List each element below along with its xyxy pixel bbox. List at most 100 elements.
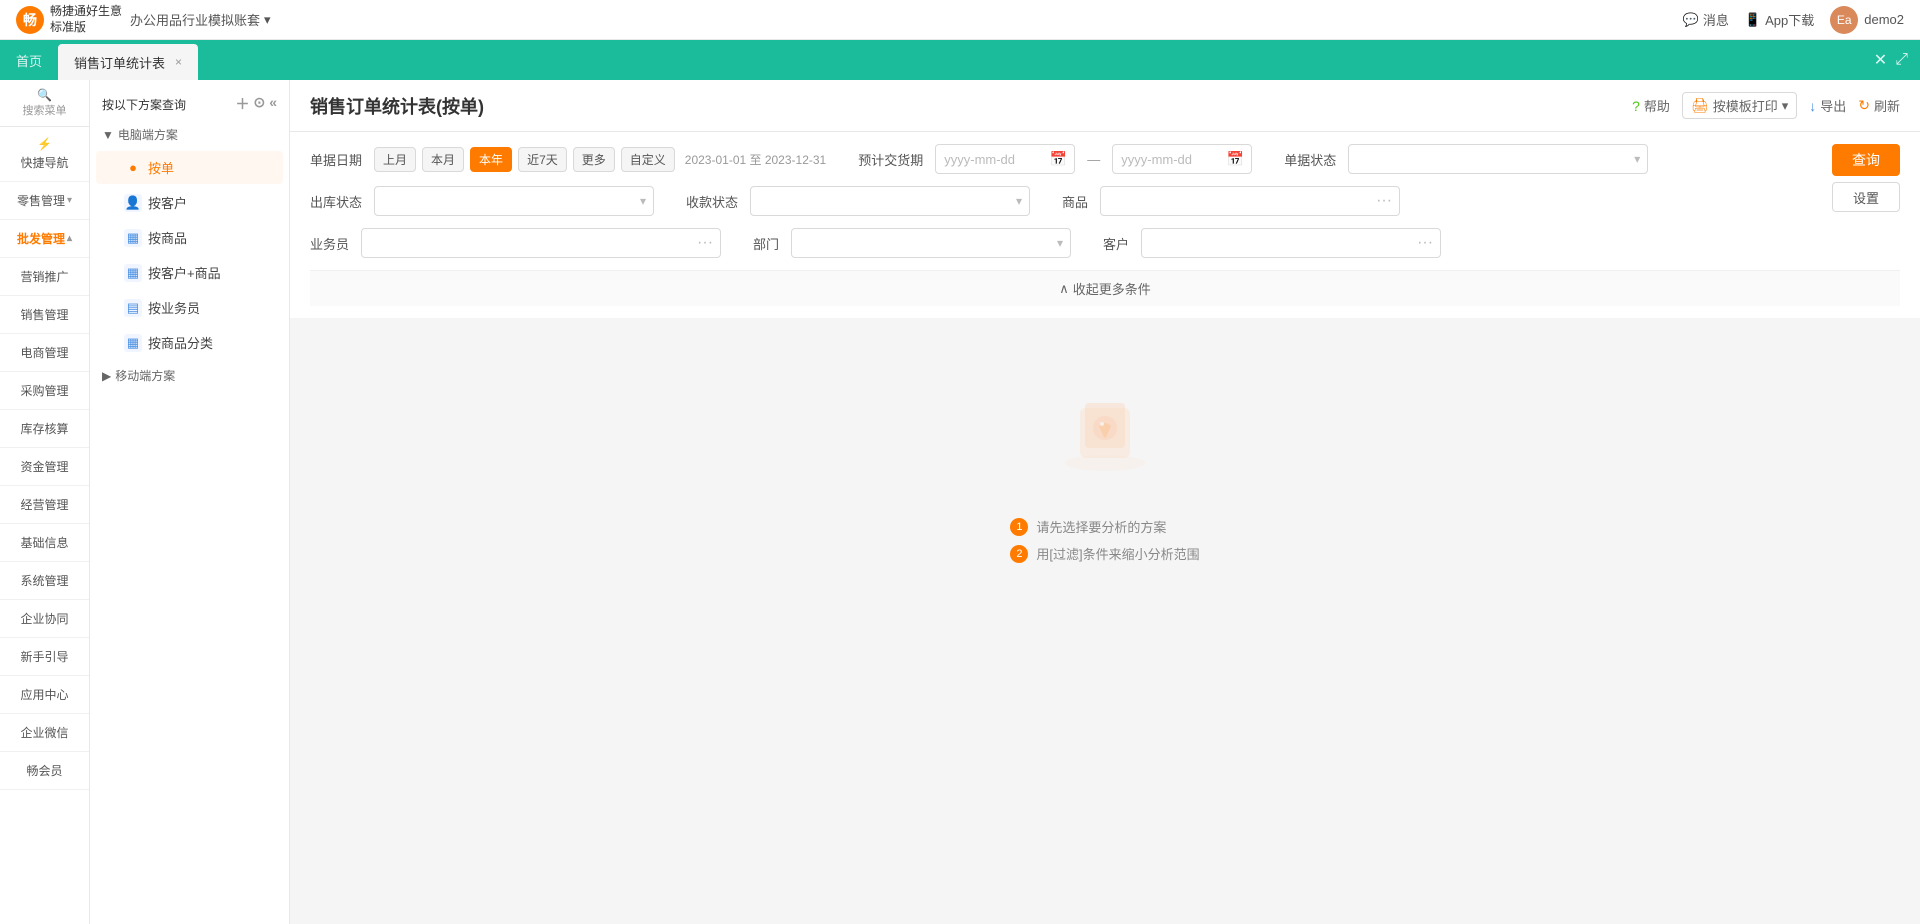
content-area: 销售订单统计表(按单) ? 帮助 🖨 按模板打印 ▾ ↓ 导出 ↻ 刷新 xyxy=(290,80,1920,924)
tip-num-1: 1 xyxy=(1010,518,1028,536)
customer-dots-icon[interactable]: ··· xyxy=(1417,234,1433,252)
by-product-icon: ▦ xyxy=(124,229,142,247)
app-download-btn[interactable]: 📱 App下载 xyxy=(1745,10,1814,29)
sidebar-item-new-guide[interactable]: 新手引导 xyxy=(0,638,89,676)
user-area[interactable]: Ea demo2 xyxy=(1830,6,1904,34)
tip-num-2: 2 xyxy=(1010,545,1028,563)
filter-row-2: 出库状态 ▾ 收款状态 ▾ xyxy=(310,186,1820,216)
sidebar-item-finance[interactable]: 资金管理 xyxy=(0,448,89,486)
delivery-status-select[interactable] xyxy=(374,186,654,216)
sidebar-item-wholesale-mgmt[interactable]: 批发管理 ▴ xyxy=(0,220,89,258)
sidebar-item-ecommerce[interactable]: 电商管理 xyxy=(0,334,89,372)
print-dropdown-icon: ▾ xyxy=(1782,98,1789,114)
export-icon: ↓ xyxy=(1809,98,1816,114)
delivery-status-select-wrap: ▾ xyxy=(374,186,654,216)
sidebar-item-basic-info[interactable]: 基础信息 xyxy=(0,524,89,562)
product-input-wrap: ··· xyxy=(1100,186,1400,216)
date-group: 上月 本月 本年 近7天 更多 自定义 2023-01-01 至 2023-12… xyxy=(374,147,826,172)
department-select[interactable] xyxy=(791,228,1071,258)
date-range-text: 2023-01-01 至 2023-12-31 xyxy=(685,151,826,168)
sidebar-search[interactable]: 🔍 搜索菜单 xyxy=(0,80,89,127)
panel-item-by-salesperson[interactable]: ▤ 按业务员 xyxy=(96,291,283,324)
pc-section-title[interactable]: ▼ 电脑端方案 xyxy=(90,120,289,149)
edit-scheme-icon[interactable]: ⊙ xyxy=(253,94,265,114)
expected-date-start-wrap: 📅 xyxy=(935,144,1075,174)
date-label: 单据日期 xyxy=(310,150,362,169)
panel-item-by-customer[interactable]: 👤 按客户 xyxy=(96,186,283,219)
message-btn[interactable]: 💬 消息 xyxy=(1683,10,1729,29)
left-panel-icons: ＋ ⊙ « xyxy=(235,94,277,114)
sidebar-item-marketing[interactable]: 营销推广 xyxy=(0,258,89,296)
wholesale-mgmt-arrow-icon: ▴ xyxy=(67,233,72,244)
sidebar-item-system[interactable]: 系统管理 xyxy=(0,562,89,600)
collapse-panel-icon[interactable]: « xyxy=(269,94,277,114)
panel-item-by-category[interactable]: ▦ 按商品分类 xyxy=(96,326,283,359)
collapse-arrow-icon: ∧ xyxy=(1059,281,1069,297)
sidebar-item-quick-nav[interactable]: ⚡ 快捷导航 xyxy=(0,127,89,182)
message-icon: 💬 xyxy=(1683,12,1699,28)
sidebar-item-purchase[interactable]: 采购管理 xyxy=(0,372,89,410)
payment-status-select[interactable] xyxy=(750,186,1030,216)
status-select[interactable] xyxy=(1348,144,1648,174)
help-btn[interactable]: ? 帮助 xyxy=(1632,96,1670,115)
mobile-section-arrow-icon: ▶ xyxy=(102,369,111,383)
sidebar-item-inventory[interactable]: 库存核算 xyxy=(0,410,89,448)
setting-button[interactable]: 设置 xyxy=(1832,182,1900,212)
customer-input[interactable] xyxy=(1141,228,1441,258)
page-actions: ? 帮助 🖨 按模板打印 ▾ ↓ 导出 ↻ 刷新 xyxy=(1632,92,1900,131)
sidebar-item-retail-mgmt[interactable]: 零售管理 ▾ xyxy=(0,182,89,220)
panel-item-by-product[interactable]: ▦ 按商品 xyxy=(96,221,283,254)
logo-text: 畅捷通好生意 标准版 xyxy=(50,4,122,35)
tab-sales-statistics[interactable]: 销售订单统计表 × xyxy=(58,44,198,80)
date-btn-this-year[interactable]: 本年 xyxy=(470,147,512,172)
top-bar: 畅 畅捷通好生意 标准版 办公用品行业模拟账套 ▾ 💬 消息 📱 App下载 E… xyxy=(0,0,1920,40)
refresh-btn[interactable]: ↻ 刷新 xyxy=(1858,96,1900,115)
sidebar-item-sales-mgmt[interactable]: 销售管理 xyxy=(0,296,89,334)
customer-input-wrap: ··· xyxy=(1141,228,1441,258)
tab-close-icon[interactable]: × xyxy=(175,55,182,69)
panel-item-by-customer-product[interactable]: ▦ 按客户+商品 xyxy=(96,256,283,289)
by-category-icon: ▦ xyxy=(124,334,142,352)
product-dots-icon[interactable]: ··· xyxy=(1376,192,1392,210)
tab-bar: 首页 销售订单统计表 × ✕ ⤢ xyxy=(0,40,1920,80)
export-btn[interactable]: ↓ 导出 xyxy=(1809,96,1846,115)
logo-area: 畅 畅捷通好生意 标准版 xyxy=(16,4,122,35)
sidebar: 🔍 搜索菜单 ⚡ 快捷导航 零售管理 ▾ 批发管理 ▴ 营销推广 销售管理 电商… xyxy=(0,80,90,924)
sidebar-item-enterprise-wechat[interactable]: 企业微信 xyxy=(0,714,89,752)
date-btn-more[interactable]: 更多 xyxy=(573,147,615,172)
sidebar-item-membership[interactable]: 畅会员 xyxy=(0,752,89,790)
by-order-icon: ● xyxy=(124,159,142,177)
refresh-icon: ↻ xyxy=(1858,97,1870,114)
template-print-btn[interactable]: 🖨 按模板打印 ▾ xyxy=(1682,92,1797,119)
sidebar-item-enterprise[interactable]: 企业协同 xyxy=(0,600,89,638)
tab-maximize-icon[interactable]: ⤢ xyxy=(1895,51,1908,69)
panel-item-by-order[interactable]: ● 按单 xyxy=(96,151,283,184)
filter-row-1: 单据日期 上月 本月 本年 近7天 更多 自定义 2023-01-01 至 20… xyxy=(310,144,1820,174)
filter-area: 单据日期 上月 本月 本年 近7天 更多 自定义 2023-01-01 至 20… xyxy=(290,132,1920,318)
date-btn-last-7-days[interactable]: 近7天 xyxy=(518,147,567,172)
expected-date-label: 预计交货期 xyxy=(858,150,923,169)
calendar-end-icon: 📅 xyxy=(1227,151,1244,168)
app-selector[interactable]: 办公用品行业模拟账套 ▾ xyxy=(130,10,271,29)
department-label: 部门 xyxy=(753,234,779,253)
pc-section-arrow-icon: ▼ xyxy=(102,128,114,142)
add-scheme-icon[interactable]: ＋ xyxy=(235,94,249,114)
expected-date-end-wrap: 📅 xyxy=(1112,144,1252,174)
mobile-section-title[interactable]: ▶ 移动端方案 xyxy=(90,361,289,390)
query-button[interactable]: 查询 xyxy=(1832,144,1900,176)
date-btn-custom[interactable]: 自定义 xyxy=(621,147,675,172)
sidebar-item-app-center[interactable]: 应用中心 xyxy=(0,676,89,714)
empty-tip-1: 1 请先选择要分析的方案 xyxy=(1010,517,1199,536)
salesperson-dots-icon[interactable]: ··· xyxy=(697,234,713,252)
collapse-filter-btn[interactable]: ∧ 收起更多条件 xyxy=(310,270,1900,306)
top-bar-left: 畅 畅捷通好生意 标准版 办公用品行业模拟账套 ▾ xyxy=(16,4,271,35)
sidebar-item-operations[interactable]: 经营管理 xyxy=(0,486,89,524)
tab-home[interactable]: 首页 xyxy=(0,40,58,80)
salesperson-input[interactable] xyxy=(361,228,721,258)
retail-mgmt-arrow-icon: ▾ xyxy=(67,195,72,206)
product-input[interactable] xyxy=(1100,186,1400,216)
date-btn-this-month[interactable]: 本月 xyxy=(422,147,464,172)
empty-state-illustration xyxy=(1045,378,1165,497)
tab-close-window-icon[interactable]: ✕ xyxy=(1874,50,1887,70)
date-btn-last-month[interactable]: 上月 xyxy=(374,147,416,172)
